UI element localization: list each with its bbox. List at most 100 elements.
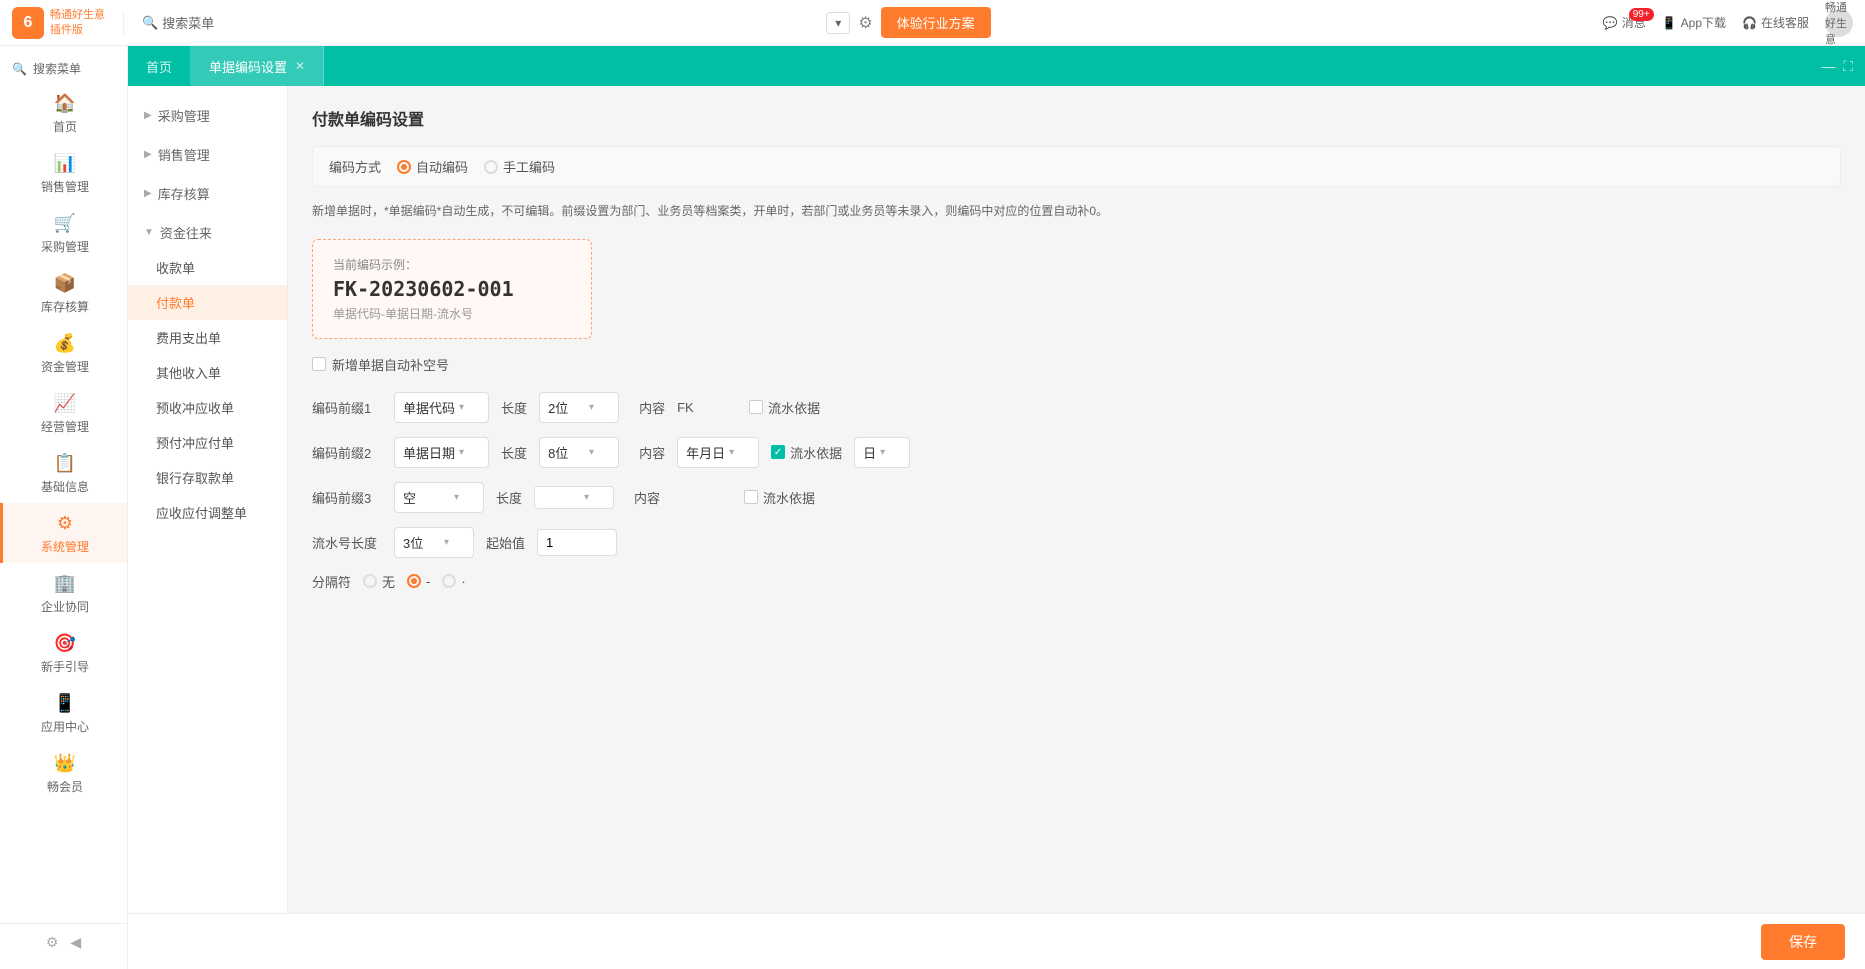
tab-home[interactable]: 首页 — [128, 46, 191, 86]
apps-icon: 📱 — [54, 693, 76, 714]
prefix2-select[interactable]: 单据日期 ▾ — [394, 437, 489, 468]
radio-group: 自动编码 手工编码 — [397, 157, 555, 176]
tab-close-icon[interactable]: ✕ — [295, 59, 305, 73]
sub-item-ar-ap[interactable]: 应收应付调整单 — [128, 495, 287, 530]
content-area: ▶ 采购管理 ▶ 销售管理 ▶ 库存核算 — [128, 86, 1865, 969]
prefix3-label: 编码前缀3 — [312, 488, 382, 507]
prefix3-length-select[interactable]: ▾ — [534, 486, 614, 509]
sub-sidebar: ▶ 采购管理 ▶ 销售管理 ▶ 库存核算 — [128, 86, 288, 969]
start-val-label: 起始值 — [486, 533, 525, 552]
sidebar-item-label: 经营管理 — [41, 418, 89, 435]
auto-fill-row: 新增单据自动补空号 — [312, 355, 1841, 374]
sep-none-radio[interactable]: 无 — [363, 572, 395, 591]
prefix3-serial-label: 流水依据 — [763, 488, 815, 507]
serial-length-select[interactable]: 3位 ▾ — [394, 527, 474, 558]
sidebar-item-label: 系统管理 — [41, 538, 89, 555]
app-download-btn[interactable]: 📱 App下载 — [1662, 14, 1726, 31]
prefix1-serial-check: 流水依据 — [749, 398, 820, 417]
bottom-bar: 保存 — [128, 913, 1865, 969]
sub-item-payment[interactable]: 付款单 — [128, 285, 287, 320]
preview-desc: 单据代码-单据日期-流水号 — [333, 305, 571, 322]
prefix3-select[interactable]: 空 ▾ — [394, 482, 484, 513]
sub-group-sales-title[interactable]: ▶ 销售管理 — [128, 137, 287, 172]
dropdown-btn[interactable]: ▾ — [826, 12, 850, 34]
sidebar-item-basics[interactable]: 📋 基础信息 — [0, 443, 127, 503]
settings-bottom-btn[interactable]: ⚙ — [46, 934, 59, 951]
topbar-left: 6 畅通好生意 插件版 🔍 搜索菜单 — [12, 7, 214, 39]
sidebar-item-guide[interactable]: 🎯 新手引导 — [0, 623, 127, 683]
sub-item-prepay-receipt[interactable]: 预收冲应收单 — [128, 390, 287, 425]
sub-item-other-income[interactable]: 其他收入单 — [128, 355, 287, 390]
purchase-icon: 🛒 — [54, 213, 76, 234]
sub-item-prepay-payment[interactable]: 预付冲应付单 — [128, 425, 287, 460]
sidebar-item-label: 资金管理 — [41, 358, 89, 375]
sidebar-item-operations[interactable]: 📈 经营管理 — [0, 383, 127, 443]
sidebar-item-sales[interactable]: 📊 销售管理 — [0, 143, 127, 203]
prefix1-length-select[interactable]: 2位 ▾ — [539, 392, 619, 423]
auto-fill-checkbox[interactable] — [312, 357, 326, 371]
tabbar: 首页 单据编码设置 ✕ — ⛶ — [128, 46, 1865, 86]
sidebar-item-label: 畅会员 — [47, 778, 83, 795]
separator-row: 分隔符 无 - · — [312, 572, 1841, 591]
online-service-btn[interactable]: 🎧 在线客服 — [1742, 14, 1809, 31]
sidebar-item-enterprise[interactable]: 🏢 企业协同 — [0, 563, 127, 623]
prefix2-label: 编码前缀2 — [312, 443, 382, 462]
chevron-down-icon: ▾ — [584, 492, 589, 503]
prefix1-select[interactable]: 单据代码 ▾ — [394, 392, 489, 423]
message-btn[interactable]: 💬 消息 99+ — [1603, 14, 1646, 31]
prefix2-period-select[interactable]: 日 ▾ — [854, 437, 910, 468]
radio-manual-label: 手工编码 — [503, 157, 555, 176]
encoding-type-bar: 编码方式 自动编码 手工编码 — [312, 146, 1841, 187]
tab-encoding[interactable]: 单据编码设置 ✕ — [191, 46, 324, 86]
sidebar-item-label: 库存核算 — [41, 298, 89, 315]
sidebar-item-system[interactable]: ⚙ 系统管理 — [0, 503, 127, 563]
search-menu-btn[interactable]: 🔍 搜索菜单 — [142, 13, 214, 32]
sub-item-receipt[interactable]: 收款单 — [128, 250, 287, 285]
sidebar-search[interactable]: 🔍 搜索菜单 — [0, 54, 127, 83]
prefix1-serial-label: 流水依据 — [768, 398, 820, 417]
sidebar-item-member[interactable]: 👑 畅会员 — [0, 743, 127, 803]
radio-auto-dot — [397, 160, 411, 174]
sub-group-purchase-title[interactable]: ▶ 采购管理 — [128, 98, 287, 133]
maximize-icon[interactable]: ⛶ — [1843, 58, 1853, 75]
form-row-prefix2: 编码前缀2 单据日期 ▾ 长度 8位 ▾ 内容 年月日 ▾ — [312, 437, 1841, 468]
prefix2-content-label: 内容 — [639, 443, 665, 462]
system-icon: ⚙ — [57, 513, 73, 534]
sep-dot-radio[interactable]: · — [442, 574, 465, 589]
save-button[interactable]: 保存 — [1761, 924, 1845, 960]
sidebar-item-apps[interactable]: 📱 应用中心 — [0, 683, 127, 743]
prefix3-serial-checkbox[interactable] — [744, 490, 758, 504]
chevron-right-icon: ▶ — [144, 110, 152, 121]
sidebar-item-home[interactable]: 🏠 首页 — [0, 83, 127, 143]
sub-group-inventory-title[interactable]: ▶ 库存核算 — [128, 176, 287, 211]
sub-group-funds-title[interactable]: ▼ 资金往来 — [128, 215, 287, 250]
chevron-down-icon: ▾ — [729, 447, 734, 458]
prefix1-serial-checkbox[interactable] — [749, 400, 763, 414]
page-content: 付款单编码设置 编码方式 自动编码 手工编码 — [288, 86, 1865, 969]
gear-icon[interactable]: ⚙ — [858, 13, 872, 33]
radio-auto[interactable]: 自动编码 — [397, 157, 468, 176]
minimize-icon[interactable]: — — [1821, 58, 1835, 74]
start-val-input[interactable] — [537, 529, 617, 556]
experience-btn[interactable]: 体验行业方案 — [881, 7, 991, 38]
sub-item-bank-deposit[interactable]: 银行存取款单 — [128, 460, 287, 495]
prefix2-serial-checkbox[interactable]: ✓ — [771, 445, 785, 459]
prefix2-content-select[interactable]: 年月日 ▾ — [677, 437, 759, 468]
collapse-btn[interactable]: ◀ — [70, 934, 81, 951]
sidebar-item-label: 销售管理 — [41, 178, 89, 195]
avatar[interactable]: 畅通好生意 — [1825, 9, 1853, 37]
app-icon: 📱 — [1662, 16, 1677, 30]
sub-group-funds: ▼ 资金往来 收款单 付款单 费用支出单 其他收入单 预收冲应收单 预付冲应付单… — [128, 215, 287, 530]
sep-dash-radio[interactable]: - — [407, 574, 430, 589]
radio-manual[interactable]: 手工编码 — [484, 157, 555, 176]
prefix2-length-select[interactable]: 8位 ▾ — [539, 437, 619, 468]
sep-dot-label: · — [461, 574, 465, 589]
chevron-down-icon: ▾ — [459, 402, 464, 413]
search-icon: 🔍 — [142, 15, 158, 31]
sidebar-item-finance[interactable]: 💰 资金管理 — [0, 323, 127, 383]
sub-item-expense[interactable]: 费用支出单 — [128, 320, 287, 355]
sidebar-item-inventory[interactable]: 📦 库存核算 — [0, 263, 127, 323]
prefix1-length-label: 长度 — [501, 398, 527, 417]
sub-group-inventory: ▶ 库存核算 — [128, 176, 287, 211]
sidebar-item-purchase[interactable]: 🛒 采购管理 — [0, 203, 127, 263]
